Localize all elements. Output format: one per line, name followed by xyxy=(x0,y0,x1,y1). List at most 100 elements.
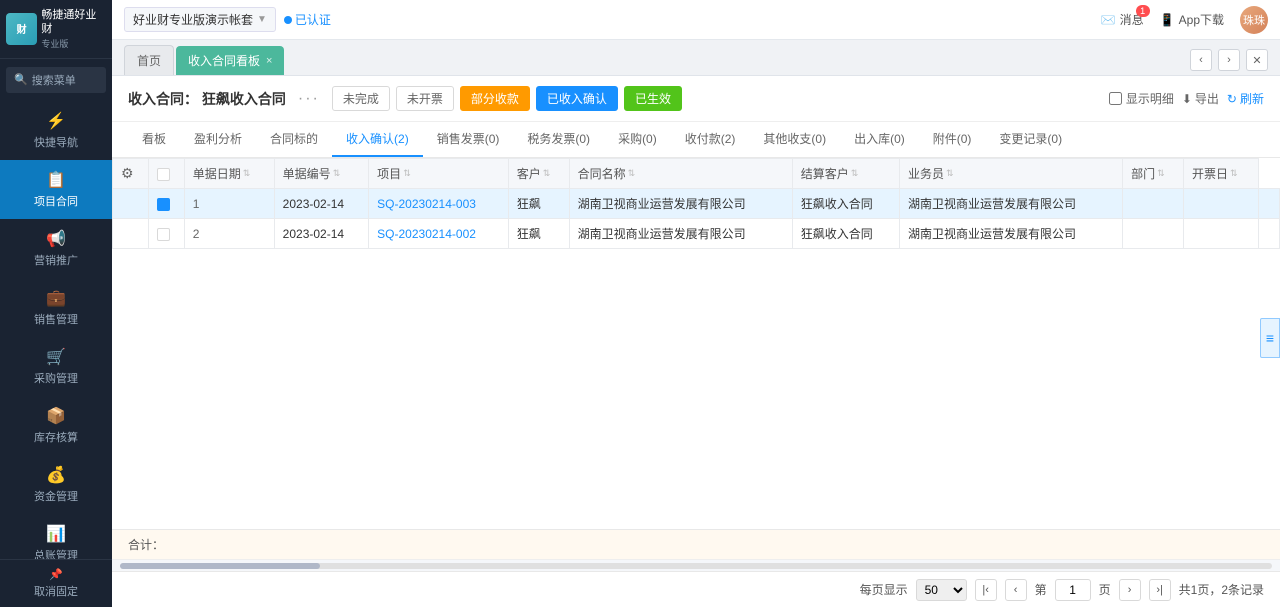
col-label-date: 单据日期 xyxy=(193,165,241,182)
table-row[interactable]: 12023-02-14SQ-20230214-003狂飙湖南卫视商业运营发展有限… xyxy=(113,189,1280,219)
col-header-date[interactable]: 单据日期⇅ xyxy=(184,159,274,189)
col-header-invoice_date[interactable]: 开票日⇅ xyxy=(1184,159,1259,189)
message-button[interactable]: ✉️ 消息 1 xyxy=(1101,11,1144,28)
cell-settings-1 xyxy=(113,219,149,249)
prev-tab-button[interactable]: ‹ xyxy=(1190,49,1212,71)
cell-date-1: 2023-02-14 xyxy=(274,219,369,249)
sidebar-item-sales[interactable]: 💼销售管理 xyxy=(0,278,112,337)
refresh-icon: ↻ xyxy=(1227,92,1237,106)
subtab-出入库[interactable]: 出入库(0) xyxy=(840,122,919,157)
horizontal-scrollbar[interactable] xyxy=(112,559,1280,571)
next-tab-button[interactable]: › xyxy=(1218,49,1240,71)
prev-page-button[interactable]: ‹ xyxy=(1005,579,1027,601)
close-tab-icon[interactable]: × xyxy=(266,55,272,67)
col-header-billing_customer[interactable]: 结算客户⇅ xyxy=(792,159,899,189)
cell-billing_customer-0: 湖南卫视商业运营发展有限公司 xyxy=(900,189,1123,219)
subtab-销售发票[interactable]: 销售发票(0) xyxy=(423,122,514,157)
col-header-customer[interactable]: 客户⇅ xyxy=(508,159,569,189)
pin-icon: 📌 xyxy=(49,568,63,581)
project-icon: 📋 xyxy=(46,170,66,190)
tabbar-controls: ‹ › ✕ xyxy=(1190,49,1268,75)
cell-salesperson-1 xyxy=(1123,219,1184,249)
quick-nav-icon: ⚡ xyxy=(46,111,66,131)
cell-billing_customer-1: 湖南卫视商业运营发展有限公司 xyxy=(900,219,1123,249)
col-label-customer: 客户 xyxy=(517,165,541,182)
select-all-checkbox[interactable] xyxy=(157,168,170,181)
chevron-down-icon: ▼ xyxy=(257,14,267,25)
sidebar-item-quick-nav[interactable]: ⚡ 快捷导航 xyxy=(0,101,112,160)
col-header-salesperson[interactable]: 业务员⇅ xyxy=(900,159,1123,189)
refresh-button[interactable]: ↻ 刷新 xyxy=(1227,90,1264,107)
record-link-0[interactable]: SQ-20230214-003 xyxy=(377,197,476,211)
scrollbar-thumb[interactable] xyxy=(120,563,320,569)
sort-icon-contract[interactable]: ⇅ xyxy=(628,168,636,179)
subtab-收入确认[interactable]: 收入确认(2) xyxy=(332,122,423,157)
status-btn-已生效[interactable]: 已生效 xyxy=(624,86,682,111)
sidebar-item-capital[interactable]: 💰资金管理 xyxy=(0,455,112,514)
company-selector[interactable]: 好业财专业版演示帐套 ▼ xyxy=(124,7,276,32)
sort-icon-project[interactable]: ⇅ xyxy=(403,168,411,179)
per-page-select[interactable]: 102050100 xyxy=(916,579,967,601)
record-link-1[interactable]: SQ-20230214-002 xyxy=(377,227,476,241)
sidebar-item-general[interactable]: 📊总账管理 xyxy=(0,514,112,559)
sidebar-fix-button[interactable]: 📌 取消固定 xyxy=(0,560,112,607)
sort-icon-salesperson[interactable]: ⇅ xyxy=(946,168,954,179)
subtab-税务发票[interactable]: 税务发票(0) xyxy=(513,122,604,157)
sort-icon-date[interactable]: ⇅ xyxy=(243,168,251,179)
purchase-icon: 🛒 xyxy=(46,347,66,367)
subtab-采购[interactable]: 采购(0) xyxy=(604,122,671,157)
first-page-button[interactable]: |‹ xyxy=(975,579,997,601)
col-header-project[interactable]: 项目⇅ xyxy=(369,159,509,189)
table-row[interactable]: 22023-02-14SQ-20230214-002狂飙湖南卫视商业运营发展有限… xyxy=(113,219,1280,249)
app-download-button[interactable]: 📱 App下载 xyxy=(1160,11,1224,28)
sort-icon-billing_customer[interactable]: ⇅ xyxy=(851,168,859,179)
export-button[interactable]: ⬇ 导出 xyxy=(1182,90,1219,107)
col-header-contract[interactable]: 合同名称⇅ xyxy=(569,159,792,189)
col-header-checkbox xyxy=(148,159,184,189)
right-panel-toggle-button[interactable]: ≡ xyxy=(1260,318,1280,358)
subtab-看板[interactable]: 看板 xyxy=(128,122,180,157)
cell-contract-1: 狂飙收入合同 xyxy=(792,219,899,249)
active-tab[interactable]: 收入合同看板 × xyxy=(176,46,284,75)
subtab-盈利分析[interactable]: 盈利分析 xyxy=(180,122,256,157)
status-btn-部分收款[interactable]: 部分收款 xyxy=(460,86,530,111)
col-header-number[interactable]: 单据编号⇅ xyxy=(274,159,369,189)
col-header-department[interactable]: 部门⇅ xyxy=(1123,159,1184,189)
last-page-button[interactable]: ›| xyxy=(1149,579,1171,601)
row-checkbox-1[interactable] xyxy=(157,228,170,241)
show-detail-checkbox[interactable]: 显示明细 xyxy=(1109,90,1174,107)
general-icon: 📊 xyxy=(46,524,66,544)
row-checkbox-0[interactable] xyxy=(157,198,170,211)
contract-status-buttons: 未完成未开票部分收款已收入确认已生效 xyxy=(332,86,682,111)
show-detail-input[interactable] xyxy=(1109,92,1122,105)
subtab-附件[interactable]: 附件(0) xyxy=(919,122,986,157)
home-tab[interactable]: 首页 xyxy=(124,45,174,75)
sidebar-item-project[interactable]: 📋项目合同 xyxy=(0,160,112,219)
verified-dot-icon xyxy=(284,16,292,24)
sidebar-item-marketing[interactable]: 📢营销推广 xyxy=(0,219,112,278)
status-btn-未开票[interactable]: 未开票 xyxy=(396,86,454,111)
settings-icon[interactable]: ⚙ xyxy=(121,165,134,181)
subtab-变更记录[interactable]: 变更记录(0) xyxy=(985,122,1076,157)
page-input[interactable] xyxy=(1055,579,1091,601)
subtab-合同标的[interactable]: 合同标的 xyxy=(256,122,332,157)
sort-icon-invoice_date[interactable]: ⇅ xyxy=(1230,168,1238,179)
status-btn-未完成[interactable]: 未完成 xyxy=(332,86,390,111)
sort-icon-department[interactable]: ⇅ xyxy=(1157,168,1165,179)
sidebar-item-purchase[interactable]: 🛒采购管理 xyxy=(0,337,112,396)
next-page-button[interactable]: › xyxy=(1119,579,1141,601)
close-all-tabs-button[interactable]: ✕ xyxy=(1246,49,1268,71)
cell-number-1: SQ-20230214-002 xyxy=(369,219,509,249)
content-area: 收入合同： 狂飙收入合同 ··· 未完成未开票部分收款已收入确认已生效 显示明细… xyxy=(112,76,1280,607)
sidebar-item-inventory[interactable]: 📦库存核算 xyxy=(0,396,112,455)
sort-icon-number[interactable]: ⇅ xyxy=(333,168,341,179)
user-avatar[interactable]: 珠珠 xyxy=(1240,6,1268,34)
row-num-0: 1 xyxy=(193,197,200,211)
status-btn-已收入确认[interactable]: 已收入确认 xyxy=(536,86,618,111)
subtab-收付款[interactable]: 收付款(2) xyxy=(671,122,750,157)
sidebar-item-label: 销售管理 xyxy=(34,311,78,327)
sort-icon-customer[interactable]: ⇅ xyxy=(543,168,551,179)
more-options-icon[interactable]: ··· xyxy=(298,90,320,108)
subtab-其他收支[interactable]: 其他收支(0) xyxy=(749,122,840,157)
search-menu-button[interactable]: 🔍 搜索菜单 xyxy=(6,67,106,93)
